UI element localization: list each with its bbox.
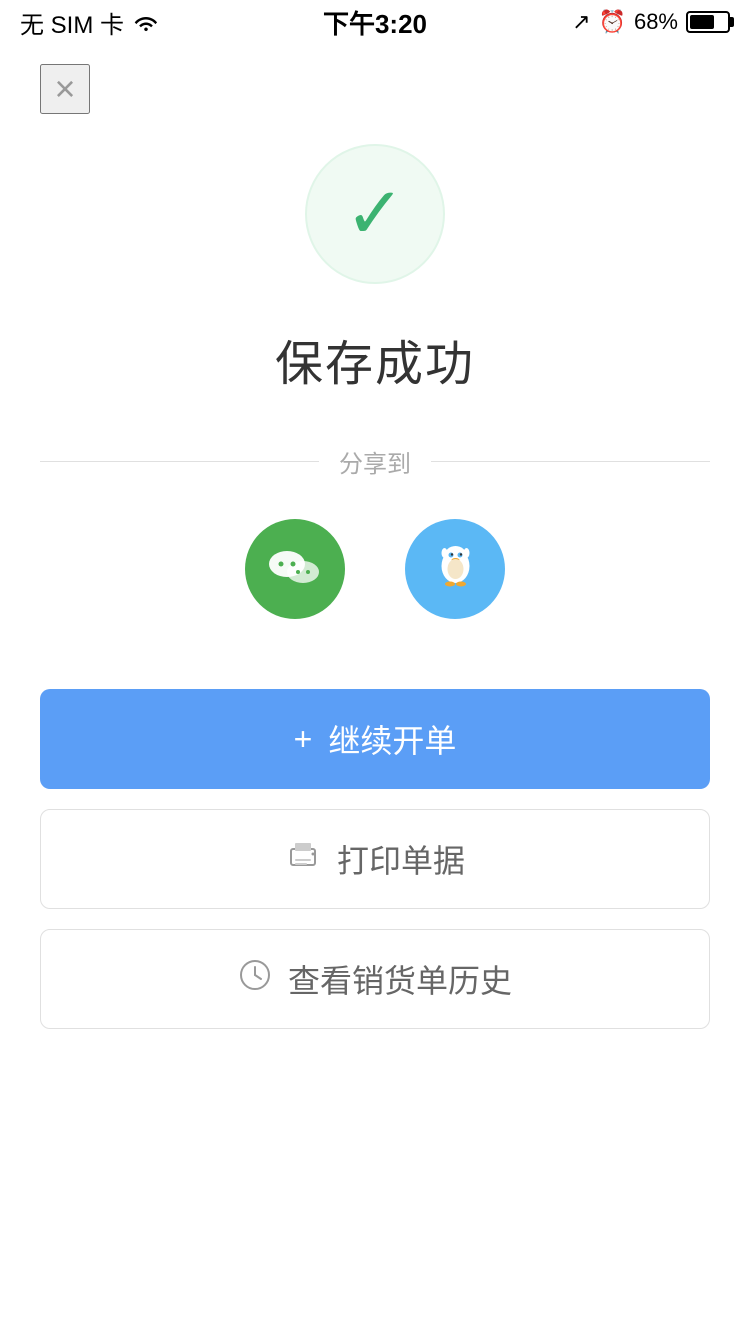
share-divider: 分享到 xyxy=(40,444,710,479)
history-label: 查看销货单历史 xyxy=(288,956,512,1002)
print-icon xyxy=(285,839,321,879)
qq-icon xyxy=(428,542,483,597)
status-bar: 无 SIM 卡 下午3:20 ↗ ⏰ 68% xyxy=(0,0,750,44)
wechat-share-button[interactable] xyxy=(245,519,345,619)
status-left: 无 SIM 卡 xyxy=(20,5,160,40)
continue-label: 继续开单 xyxy=(328,716,456,762)
success-icon-wrapper: ✓ xyxy=(305,144,445,284)
wechat-icon xyxy=(265,544,325,594)
sim-status: 无 SIM 卡 xyxy=(20,5,124,40)
wifi-icon xyxy=(132,12,160,32)
checkmark-icon: ✓ xyxy=(345,178,405,250)
history-button[interactable]: 查看销货单历史 xyxy=(40,929,710,1029)
alarm-icon: ⏰ xyxy=(599,9,626,35)
success-title: 保存成功 xyxy=(275,324,475,394)
divider-left xyxy=(40,461,319,462)
clock-icon xyxy=(238,958,272,1000)
plus-icon: + xyxy=(294,721,313,758)
close-button[interactable]: × xyxy=(40,64,90,114)
status-time: 下午3:20 xyxy=(323,4,427,41)
close-icon: × xyxy=(54,71,75,107)
continue-button[interactable]: + 继续开单 xyxy=(40,689,710,789)
status-right: ↗ ⏰ 68% xyxy=(572,9,730,35)
share-icons xyxy=(245,519,505,619)
share-label: 分享到 xyxy=(339,444,411,479)
battery-percent: 68% xyxy=(634,9,678,35)
main-content: × ✓ 保存成功 分享到 xyxy=(0,44,750,1089)
print-label: 打印单据 xyxy=(337,836,465,882)
action-buttons: + 继续开单 打印单据 xyxy=(40,689,710,1029)
print-button[interactable]: 打印单据 xyxy=(40,809,710,909)
divider-right xyxy=(431,461,710,462)
qq-share-button[interactable] xyxy=(405,519,505,619)
location-icon: ↗ xyxy=(572,9,590,35)
battery-icon xyxy=(686,11,730,33)
